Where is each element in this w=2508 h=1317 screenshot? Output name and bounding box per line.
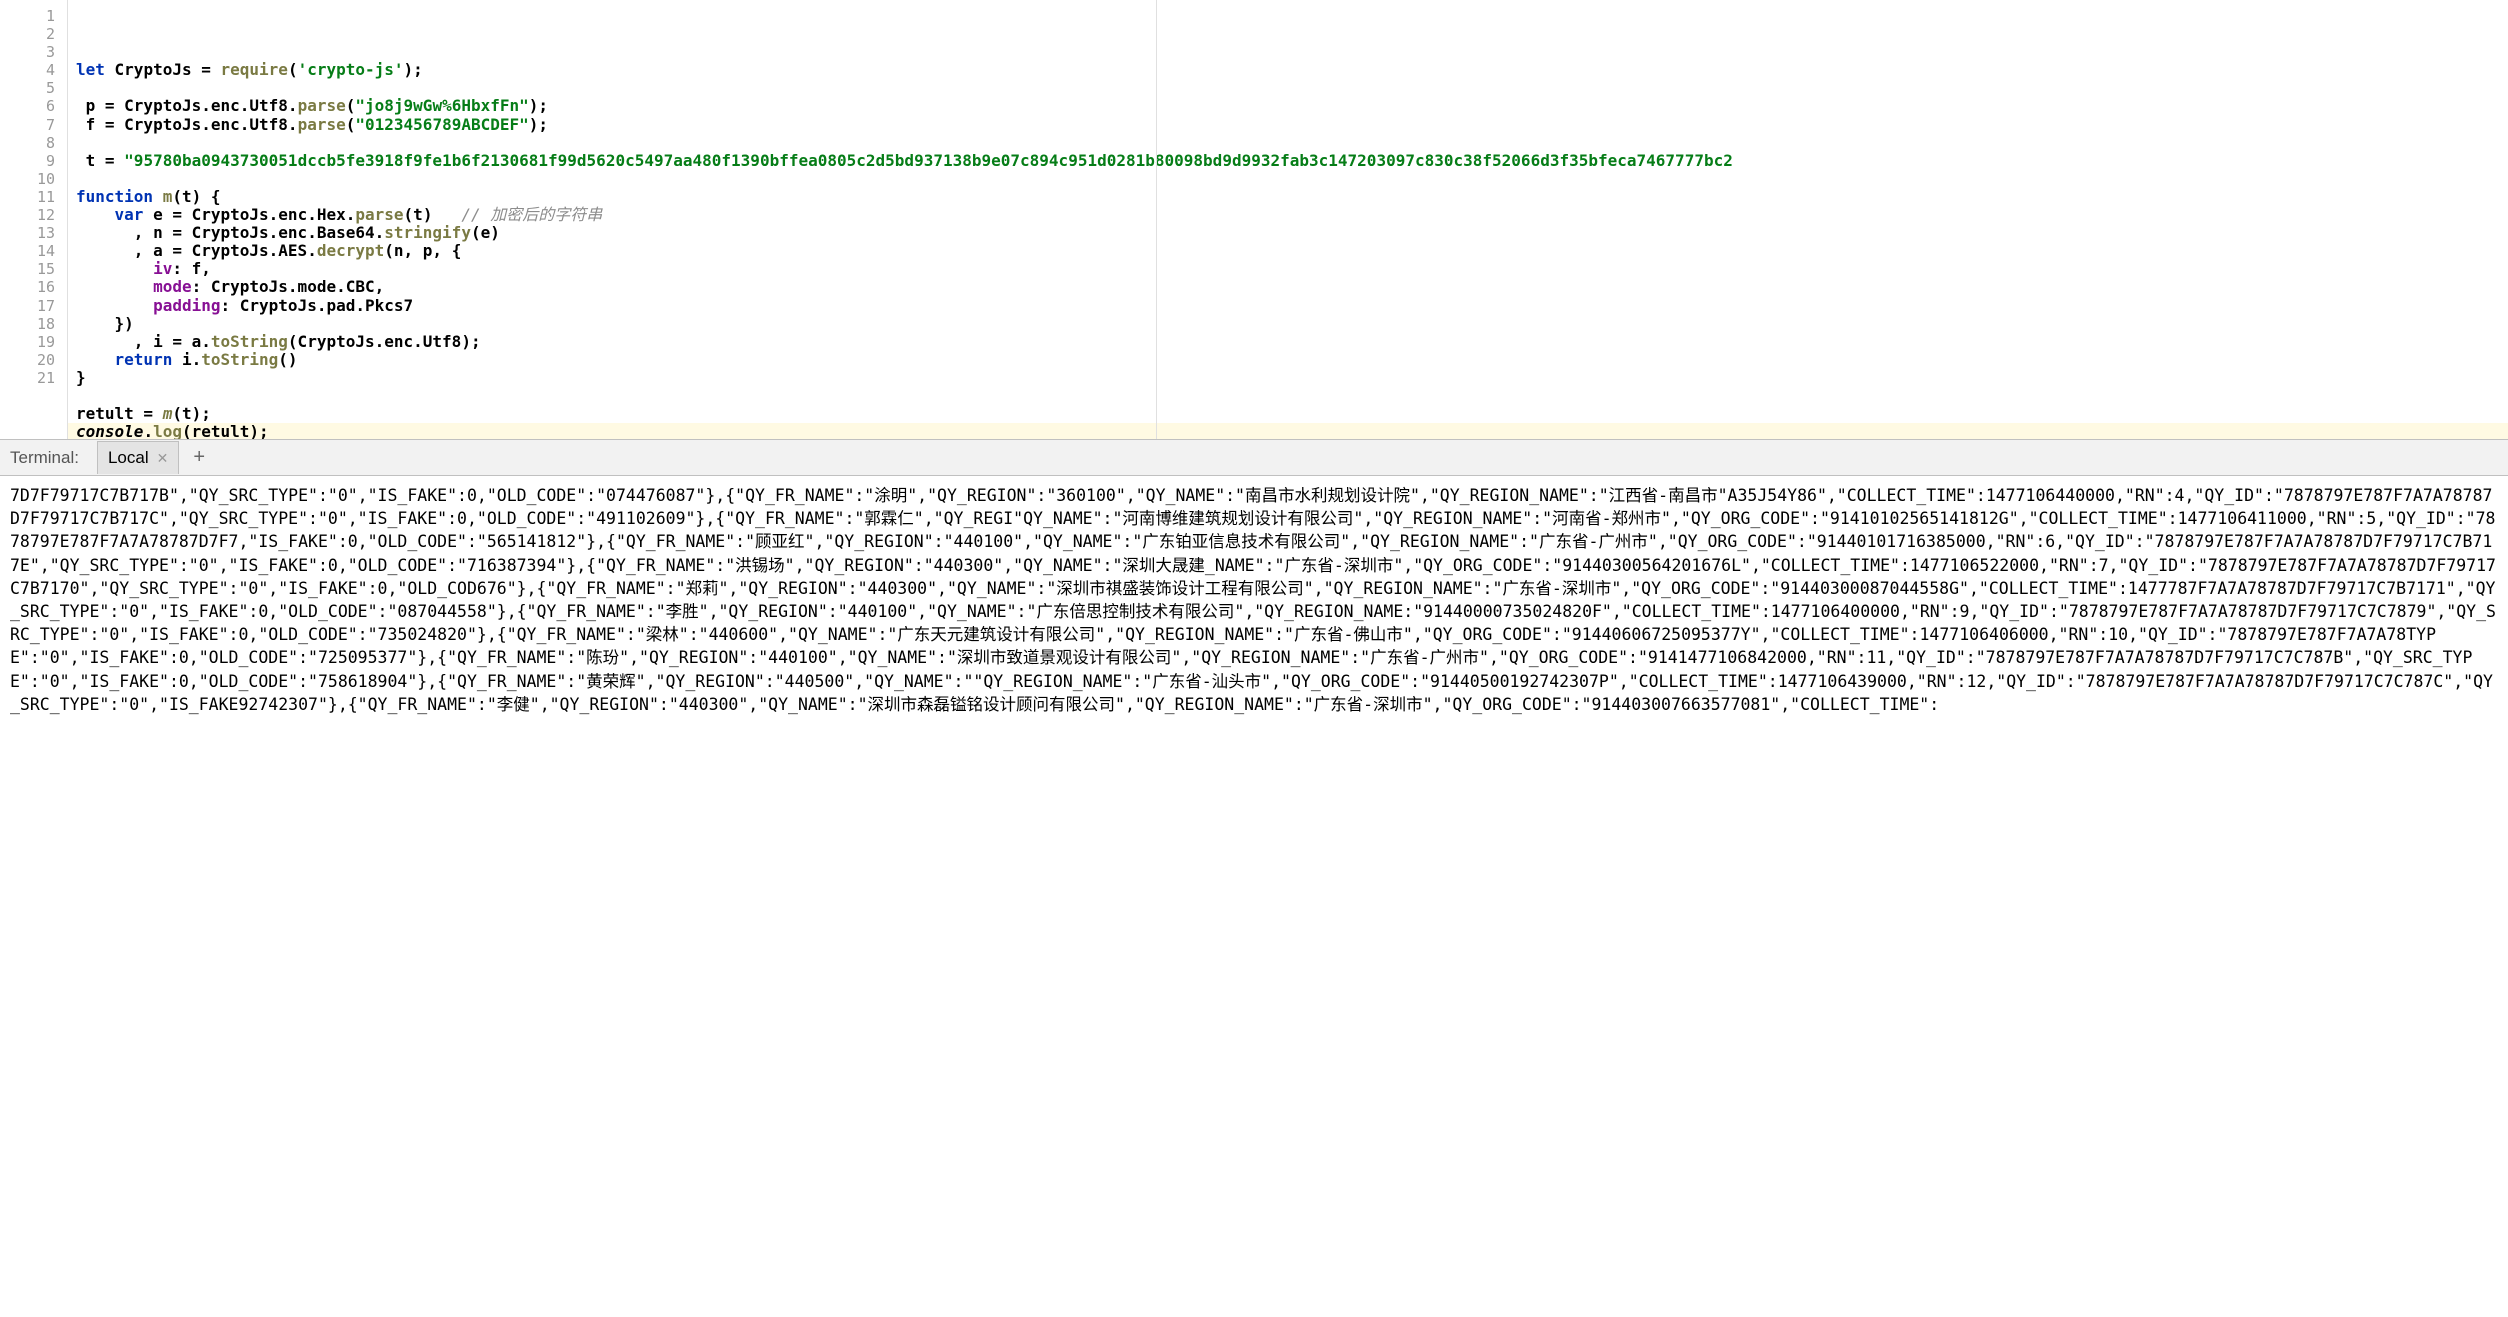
code-line[interactable]: return i.toString() [76, 351, 2508, 369]
line-gutter: 123456789101112131415161718192021 [0, 0, 68, 439]
code-line[interactable]: , a = CryptoJs.AES.decrypt(n, p, { [76, 242, 2508, 260]
terminal-tab-local[interactable]: Local ✕ [97, 441, 179, 474]
line-number: 17 [0, 297, 55, 315]
line-number: 7 [0, 116, 55, 134]
terminal-output[interactable]: 7D7F79717C7B717B","QY_SRC_TYPE":"0","IS_… [0, 476, 2508, 816]
line-number: 3 [0, 43, 55, 61]
code-line[interactable]: } [76, 369, 2508, 387]
line-number: 4 [0, 61, 55, 79]
code-editor[interactable]: 123456789101112131415161718192021 let Cr… [0, 0, 2508, 440]
code-area[interactable]: let CryptoJs = require('crypto-js'); p =… [68, 0, 2508, 439]
line-number: 20 [0, 351, 55, 369]
code-line[interactable]: console.log(retult); [68, 423, 2508, 439]
code-line[interactable]: , i = a.toString(CryptoJs.enc.Utf8); [76, 333, 2508, 351]
code-line[interactable]: function m(t) { [76, 188, 2508, 206]
line-number: 21 [0, 369, 55, 387]
line-number: 2 [0, 25, 55, 43]
line-number: 11 [0, 188, 55, 206]
line-number: 1 [0, 7, 55, 25]
terminal-label: Terminal: [10, 448, 79, 468]
margin-guide [1156, 0, 1157, 439]
line-number: 13 [0, 224, 55, 242]
line-number: 5 [0, 79, 55, 97]
terminal-tab-bar: Terminal: Local ✕ + [0, 440, 2508, 476]
close-icon[interactable]: ✕ [157, 450, 169, 467]
code-line[interactable] [76, 134, 2508, 152]
code-line[interactable]: iv: f, [76, 260, 2508, 278]
line-number: 19 [0, 333, 55, 351]
line-number: 14 [0, 242, 55, 260]
terminal-tab-name: Local [108, 448, 149, 468]
line-number: 10 [0, 170, 55, 188]
line-number: 18 [0, 315, 55, 333]
code-line[interactable]: }) [76, 315, 2508, 333]
line-number: 6 [0, 97, 55, 115]
code-line[interactable]: var e = CryptoJs.enc.Hex.parse(t) // 加密后… [76, 206, 2508, 224]
code-line[interactable]: let CryptoJs = require('crypto-js'); [76, 61, 2508, 79]
code-line[interactable]: mode: CryptoJs.mode.CBC, [76, 278, 2508, 296]
line-number: 8 [0, 134, 55, 152]
add-tab-button[interactable]: + [183, 442, 215, 473]
code-line[interactable] [76, 170, 2508, 188]
code-line[interactable]: , n = CryptoJs.enc.Base64.stringify(e) [76, 224, 2508, 242]
code-line[interactable]: retult = m(t); [76, 405, 2508, 423]
code-line[interactable]: t = "95780ba0943730051dccb5fe3918f9fe1b6… [76, 152, 2508, 170]
code-line[interactable] [76, 79, 2508, 97]
line-number: 12 [0, 206, 55, 224]
line-number: 16 [0, 278, 55, 296]
code-line[interactable]: p = CryptoJs.enc.Utf8.parse("jo8j9wGw%6H… [76, 97, 2508, 115]
code-line[interactable]: padding: CryptoJs.pad.Pkcs7 [76, 297, 2508, 315]
line-number: 15 [0, 260, 55, 278]
code-line[interactable]: f = CryptoJs.enc.Utf8.parse("0123456789A… [76, 116, 2508, 134]
code-line[interactable] [76, 387, 2508, 405]
line-number: 9 [0, 152, 55, 170]
